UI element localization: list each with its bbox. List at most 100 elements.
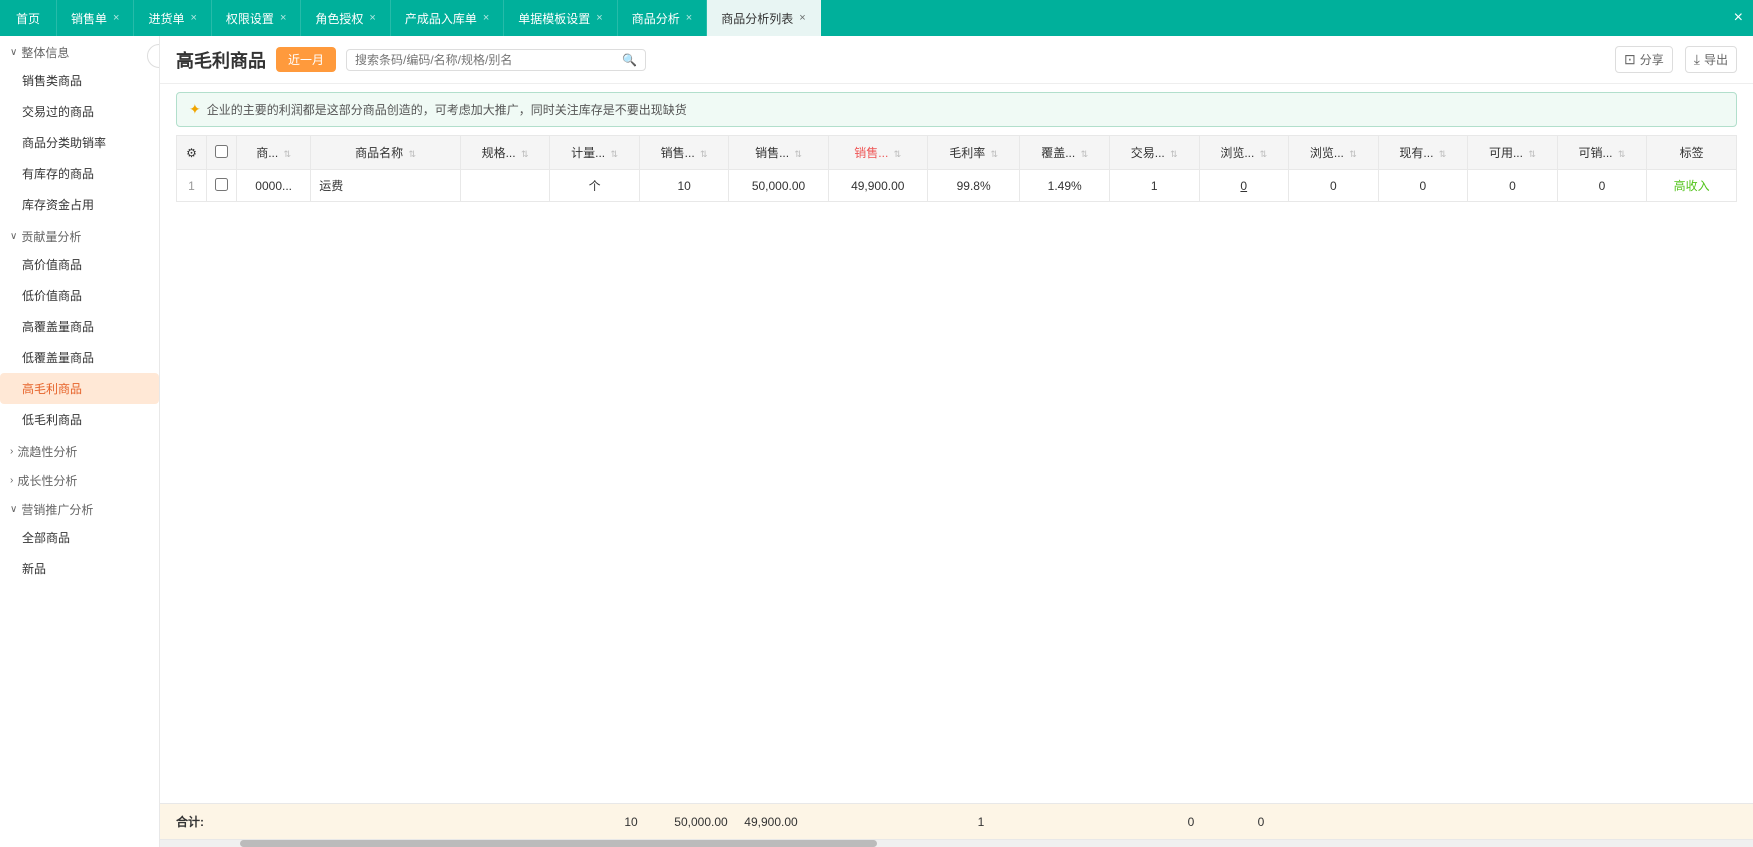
sidebar-item-new-goods[interactable]: 新品 [0,553,159,584]
sidebar-item-low-profit[interactable]: 低毛利商品 [0,404,159,435]
footer-spacer-5 [476,815,536,829]
footer-current: 0 [1156,815,1226,829]
col-checkbox[interactable] [207,136,237,170]
sidebar-item-traded-goods[interactable]: 交易过的商品 [0,96,159,127]
search-box[interactable]: 🔍 [346,49,646,71]
expand-icon: ∨ [10,47,17,58]
tab-role-auth[interactable]: 角色授权 × [301,0,390,36]
sidebar-item-stock-capital[interactable]: 库存资金占用 [0,189,159,220]
bottom-scrollbar[interactable] [160,839,1753,847]
col-name[interactable]: 商品名称 ⇅ [311,136,460,170]
filter-period-button[interactable]: 近一月 [276,47,336,72]
sort-icon: ⇅ [894,149,902,159]
row-tag: 高收入 [1647,170,1737,202]
sidebar-group-overall[interactable]: ∨ 整体信息 [0,36,159,65]
col-code[interactable]: 商... ⇅ [237,136,311,170]
sidebar-group-contribution[interactable]: ∨ 贡献量分析 [0,220,159,249]
row-index: 1 [177,170,207,202]
tab-template-settings[interactable]: 单据模板设置 × [504,0,617,36]
footer-spacer-b2 [1086,815,1156,829]
footer-spacer-sale [1296,815,1366,829]
tab-home[interactable]: 首页 [0,0,57,36]
share-icon: ⊡ [1624,51,1636,68]
tab-product-analysis-list[interactable]: 商品分析列表 × [707,0,820,36]
row-saleable: 0 [1557,170,1647,202]
close-icon[interactable]: × [799,12,805,24]
row-checkbox-cell[interactable] [207,170,237,202]
tab-purchase-order[interactable]: 进货单 × [134,0,211,36]
search-input[interactable] [355,53,622,67]
row-spec [460,170,550,202]
sidebar-item-sales-goods[interactable]: 销售类商品 [0,65,159,96]
sort-icon: ⇅ [1170,149,1178,159]
main-layout: 《 ∨ 整体信息 销售类商品 交易过的商品 商品分类助销率 有库存的商品 库存资… [0,36,1753,847]
table-header-row: ⚙ 商... ⇅ 商品名称 ⇅ [177,136,1737,170]
sidebar-item-high-profit[interactable]: 高毛利商品 [0,373,159,404]
expand-icon: ∨ [10,231,17,242]
footer-cells: 10 50,000.00 49,900.00 1 0 0 [256,815,1737,829]
sort-icon: ⇅ [408,149,416,159]
close-icon[interactable]: × [596,12,602,24]
col-coverage[interactable]: 覆盖... ⇅ [1020,136,1110,170]
sort-icon: ⇅ [1618,149,1626,159]
tab-product-in[interactable]: 产成品入库单 × [391,0,504,36]
sidebar-group-trend[interactable]: › 流趋性分析 [0,435,159,464]
table-row: 1 0000... 运费 个 10 50,000.00 49,900.00 99… [177,170,1737,202]
close-icon[interactable]: × [280,12,286,24]
col-profit-rate[interactable]: 毛利率 ⇅ [927,136,1020,170]
sort-icon: ⇅ [521,149,529,159]
sort-icon: ⇅ [610,149,618,159]
tab-permissions[interactable]: 权限设置 × [212,0,301,36]
row-checkbox[interactable] [215,178,228,191]
row-coverage: 1.49% [1020,170,1110,202]
sidebar-item-high-value[interactable]: 高价值商品 [0,249,159,280]
close-icon[interactable]: × [190,12,196,24]
row-profit-rate: 99.8% [927,170,1020,202]
col-sales2[interactable]: 销售... ⇅ [729,136,828,170]
close-all-tabs-button[interactable]: × [1734,9,1743,27]
col-settings[interactable]: ⚙ [177,136,207,170]
select-all-checkbox[interactable] [215,145,228,158]
row-sales3: 49,900.00 [828,170,927,202]
col-current[interactable]: 现有... ⇅ [1378,136,1468,170]
sidebar-group-growth[interactable]: › 成长性分析 [0,464,159,493]
footer-totals-row: 合计: 10 50,000.00 49,900.00 1 0 0 [160,803,1753,839]
data-table: ⚙ 商... ⇅ 商品名称 ⇅ [176,135,1737,202]
close-icon[interactable]: × [369,12,375,24]
tab-product-analysis[interactable]: 商品分析 × [618,0,707,36]
footer-sales2: 50,000.00 [666,815,736,829]
footer-label: 合计: [176,813,256,830]
sidebar-item-in-stock[interactable]: 有库存的商品 [0,158,159,189]
expand-icon: ∨ [10,504,17,515]
sidebar-group-marketing[interactable]: ∨ 营销推广分析 [0,493,159,522]
sidebar-item-category-rate[interactable]: 商品分类助销率 [0,127,159,158]
close-icon[interactable]: × [686,12,692,24]
sidebar-item-low-value[interactable]: 低价值商品 [0,280,159,311]
col-unit[interactable]: 计量... ⇅ [550,136,640,170]
col-tag[interactable]: 标签 [1647,136,1737,170]
col-sales1[interactable]: 销售... ⇅ [639,136,729,170]
col-saleable[interactable]: 可销... ⇅ [1557,136,1647,170]
sidebar-item-low-coverage[interactable]: 低覆盖量商品 [0,342,159,373]
tab-sales-order[interactable]: 销售单 × [57,0,134,36]
col-sales3[interactable]: 销售... ⇅ [828,136,927,170]
sort-icon: ⇅ [284,149,292,159]
row-name: 运费 [311,170,460,202]
col-browse1[interactable]: 浏览... ⇅ [1199,136,1289,170]
sidebar-item-high-coverage[interactable]: 高覆盖量商品 [0,311,159,342]
header-actions: ⊡ 分享 ⤓ 导出 [1615,46,1737,73]
footer-sales1: 10 [596,815,666,829]
col-browse2[interactable]: 浏览... ⇅ [1289,136,1379,170]
row-browse1[interactable]: 0 [1199,170,1289,202]
share-button[interactable]: ⊡ 分享 [1615,46,1673,73]
export-button[interactable]: ⤓ 导出 [1685,46,1737,73]
sidebar-item-all-goods[interactable]: 全部商品 [0,522,159,553]
close-icon[interactable]: × [483,12,489,24]
col-spec[interactable]: 规格... ⇅ [460,136,550,170]
search-icon[interactable]: 🔍 [622,53,637,67]
expand-icon: › [10,475,13,486]
close-icon[interactable]: × [113,12,119,24]
row-sales2: 50,000.00 [729,170,828,202]
col-available[interactable]: 可用... ⇅ [1468,136,1558,170]
col-trade[interactable]: 交易... ⇅ [1109,136,1199,170]
